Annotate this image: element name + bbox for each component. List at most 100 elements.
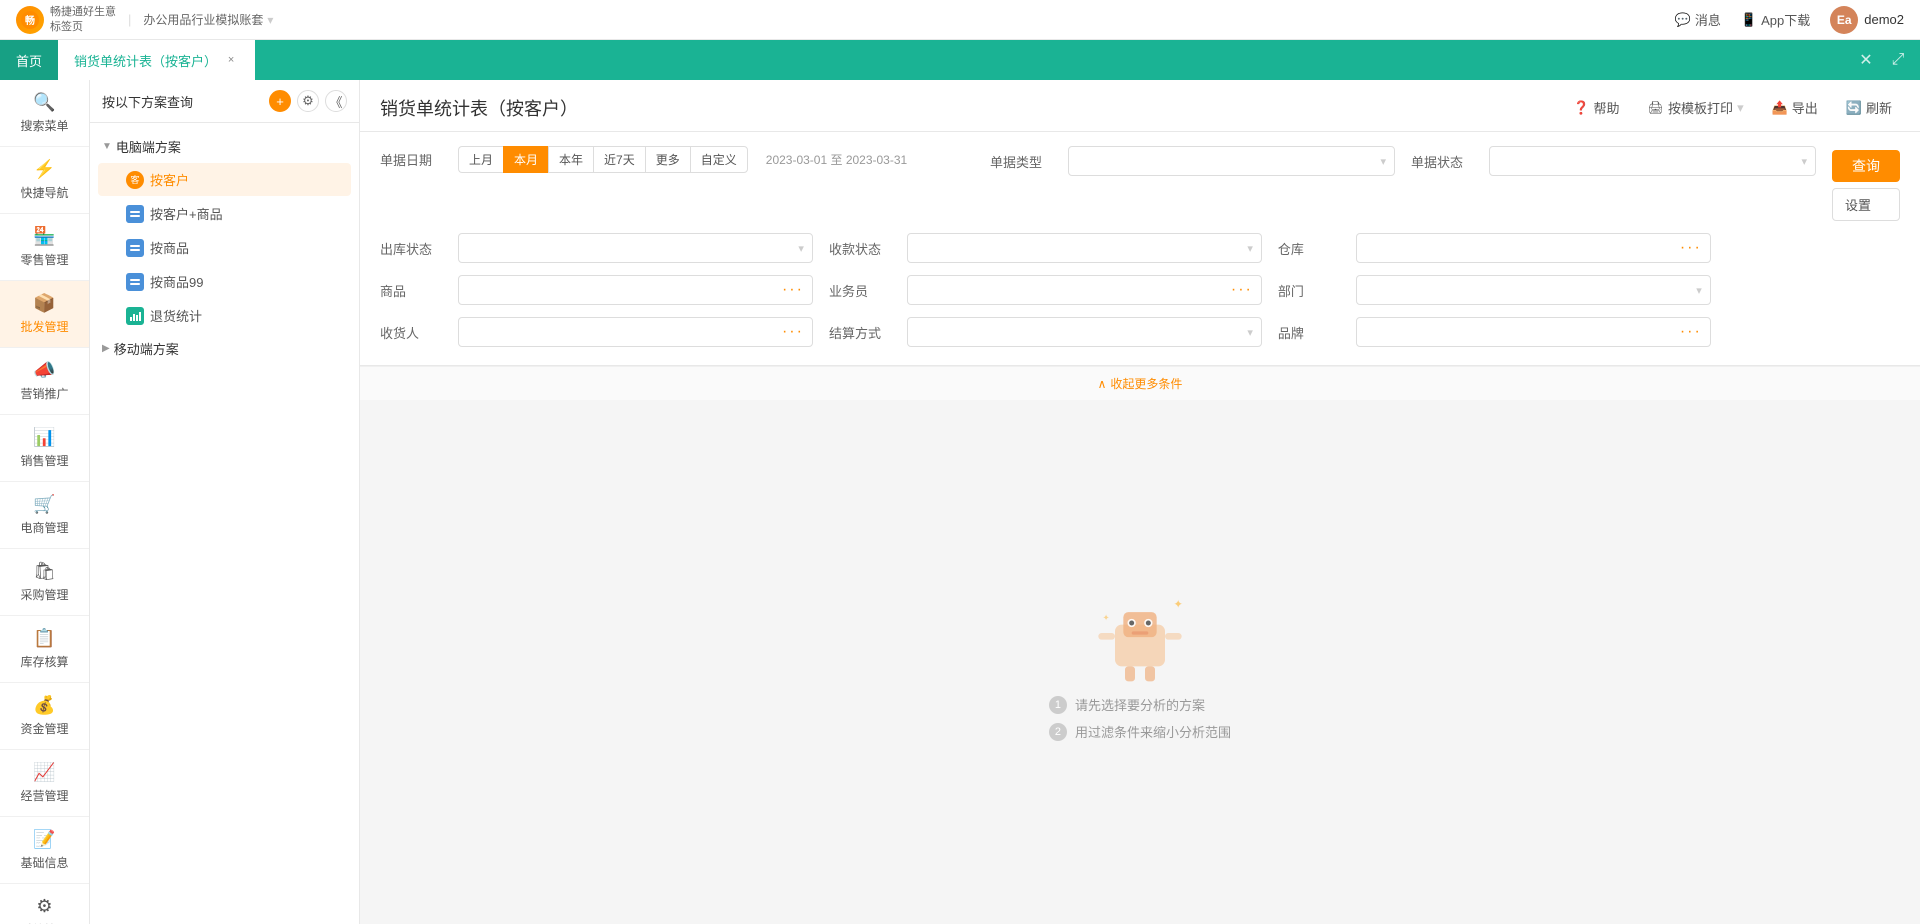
tab-restore-btn[interactable]: ⤢ bbox=[1886, 48, 1910, 72]
payment-status-dropdown-icon: ▾ bbox=[1247, 242, 1253, 255]
tree-group-mobile[interactable]: ▶ 移动端方案 bbox=[94, 333, 355, 364]
department-dropdown-icon: ▾ bbox=[1696, 284, 1702, 297]
sidebar-item-retail[interactable]: 🏪 零售管理 bbox=[0, 214, 89, 281]
collapse-bar[interactable]: ∧ 收起更多条件 bbox=[360, 366, 1920, 400]
filter-area: 单据日期 上月 本月 本年 近7天 bbox=[360, 132, 1920, 366]
tab-close-btn[interactable]: × bbox=[223, 52, 239, 68]
date-btn-more[interactable]: 更多 bbox=[645, 146, 690, 173]
tree-item-by-customer[interactable]: 客 按客户 bbox=[98, 163, 351, 196]
department-select[interactable]: ▾ bbox=[1356, 275, 1711, 305]
brand-select[interactable]: ··· bbox=[1356, 317, 1711, 347]
app-icon: 📱 bbox=[1741, 12, 1757, 28]
print-btn[interactable]: 🖨 按模板打印 ▾ bbox=[1640, 94, 1752, 121]
sidebar-item-ecommerce[interactable]: 🛒 电商管理 bbox=[0, 482, 89, 549]
tree-item-by-goods99[interactable]: 按商品99 bbox=[98, 265, 351, 298]
sidebar-item-basic[interactable]: 📝 基础信息 bbox=[0, 817, 89, 884]
left-panel: 按以下方案查询 + ⚙ 《 ▼ 电脑端方案 客 按客户 bbox=[90, 80, 360, 924]
query-btn[interactable]: 查询 bbox=[1832, 150, 1900, 182]
top-header: 畅 畅捷通好生意 标签页 | 办公用品行业模拟账套 ▾ 💬 消息 📱 App下载… bbox=[0, 0, 1920, 40]
salesperson-dots-icon: ··· bbox=[1231, 281, 1253, 299]
settlement-label: 结算方式 bbox=[829, 323, 899, 342]
refresh-btn[interactable]: 🔄 刷新 bbox=[1838, 94, 1900, 121]
help-icon: ❓ bbox=[1573, 100, 1589, 116]
empty-tips: 1 请先选择要分析的方案 2 用过滤条件来缩小分析范围 bbox=[1049, 695, 1231, 741]
empty-state: ✦ ✦ 1 请先选择要分析的方案 2 用过滤条件来缩小分析范围 bbox=[360, 400, 1920, 924]
left-panel-header: 按以下方案查询 + ⚙ 《 bbox=[90, 80, 359, 123]
by-customer-goods-icon bbox=[126, 205, 144, 223]
tree-item-by-customer-goods[interactable]: 按客户+商品 bbox=[98, 197, 351, 230]
sales-icon: 📊 bbox=[33, 427, 55, 448]
out-status-select[interactable]: ▾ bbox=[458, 233, 813, 263]
tree-item-return-stats[interactable]: 退货统计 bbox=[98, 299, 351, 332]
brand-label: 品牌 bbox=[1278, 323, 1348, 342]
empty-tip-2: 2 用过滤条件来缩小分析范围 bbox=[1049, 722, 1231, 741]
logo-area: 畅 畅捷通好生意 标签页 bbox=[16, 5, 116, 34]
salesperson-select[interactable]: ··· bbox=[907, 275, 1262, 305]
return-stats-icon bbox=[126, 307, 144, 325]
tab-close-window-btn[interactable]: ✕ bbox=[1854, 48, 1878, 72]
tab-bar: 首页 销货单统计表（按客户） × ✕ ⤢ bbox=[0, 40, 1920, 80]
add-scheme-btn[interactable]: + bbox=[269, 90, 291, 112]
main-layout: 🔍 搜索菜单 ⚡ 快捷导航 🏪 零售管理 📦 批发管理 📣 营销推广 📊 销售管… bbox=[0, 80, 1920, 924]
tip-num-1: 1 bbox=[1049, 696, 1067, 714]
tab-sales-stats[interactable]: 销货单统计表（按客户） × bbox=[58, 40, 255, 80]
chevron-right-icon: ▶ bbox=[102, 343, 110, 354]
doc-type-select[interactable]: ▾ bbox=[1068, 146, 1395, 176]
page-title: 销货单统计表（按客户） bbox=[380, 95, 578, 121]
doc-type-label: 单据类型 bbox=[990, 152, 1060, 171]
goods-select[interactable]: ··· bbox=[458, 275, 813, 305]
page-actions: ❓ 帮助 🖨 按模板打印 ▾ 📤 导出 🔄 刷新 bbox=[1565, 94, 1900, 121]
sidebar-item-purchase[interactable]: 🛍 采购管理 bbox=[0, 549, 89, 616]
breadcrumb: 办公用品行业模拟账套 ▾ bbox=[143, 11, 273, 28]
retail-icon: 🏪 bbox=[33, 226, 55, 247]
warehouse-select[interactable]: ··· bbox=[1356, 233, 1711, 263]
sidebar-item-operation[interactable]: 📈 经营管理 bbox=[0, 750, 89, 817]
sidebar-item-inventory[interactable]: 📋 库存核算 bbox=[0, 616, 89, 683]
finance-icon: 💰 bbox=[33, 695, 55, 716]
settlement-select[interactable]: ▾ bbox=[907, 317, 1262, 347]
sidebar-item-sales[interactable]: 📊 销售管理 bbox=[0, 415, 89, 482]
goods-dots-icon: ··· bbox=[782, 281, 804, 299]
logo-icon: 畅 bbox=[16, 6, 44, 34]
recipient-select[interactable]: ··· bbox=[458, 317, 813, 347]
payment-status-select[interactable]: ▾ bbox=[907, 233, 1262, 263]
sidebar-item-search[interactable]: 🔍 搜索菜单 bbox=[0, 80, 89, 147]
sidebar-item-quicknav[interactable]: ⚡ 快捷导航 bbox=[0, 147, 89, 214]
sidebar-item-system[interactable]: ⚙ 系统管理 bbox=[0, 884, 89, 924]
date-filter-label: 单据日期 bbox=[380, 150, 450, 169]
user-info[interactable]: Ea demo2 bbox=[1830, 6, 1904, 34]
recipient-dots-icon: ··· bbox=[782, 323, 804, 341]
brand-dots-icon: ··· bbox=[1680, 323, 1702, 341]
tree-group-pc[interactable]: ▼ 电脑端方案 bbox=[94, 131, 355, 162]
tab-home[interactable]: 首页 bbox=[0, 40, 58, 80]
doc-status-select[interactable]: ▾ bbox=[1489, 146, 1816, 176]
ecommerce-icon: 🛒 bbox=[33, 494, 55, 515]
refresh-icon: 🔄 bbox=[1846, 100, 1862, 116]
sidebar-item-marketing[interactable]: 📣 营销推广 bbox=[0, 348, 89, 415]
settings-scheme-btn[interactable]: ⚙ bbox=[297, 90, 319, 112]
right-panel: 销货单统计表（按客户） ❓ 帮助 🖨 按模板打印 ▾ 📤 导出 bbox=[360, 80, 1920, 924]
settings-btn[interactable]: 设置 bbox=[1832, 188, 1900, 221]
export-btn[interactable]: 📤 导出 bbox=[1764, 94, 1826, 121]
warehouse-dots-icon: ··· bbox=[1680, 239, 1702, 257]
by-customer-icon: 客 bbox=[126, 171, 144, 189]
doc-status-label: 单据状态 bbox=[1411, 152, 1481, 171]
date-btn-this-month[interactable]: 本月 bbox=[503, 146, 548, 173]
panel-action-btns: + ⚙ 《 bbox=[269, 90, 347, 112]
app-download-btn[interactable]: 📱 App下载 bbox=[1741, 10, 1810, 29]
help-btn[interactable]: ❓ 帮助 bbox=[1565, 94, 1627, 121]
date-btn-custom[interactable]: 自定义 bbox=[690, 146, 748, 173]
sidebar: 🔍 搜索菜单 ⚡ 快捷导航 🏪 零售管理 📦 批发管理 📣 营销推广 📊 销售管… bbox=[0, 80, 90, 924]
tree-item-by-goods[interactable]: 按商品 bbox=[98, 231, 351, 264]
date-btn-last-month[interactable]: 上月 bbox=[458, 146, 503, 173]
date-btn-this-year[interactable]: 本年 bbox=[548, 146, 593, 173]
doc-status-dropdown-icon: ▾ bbox=[1801, 155, 1807, 168]
query-btn-area: 查询 设置 bbox=[1832, 146, 1900, 221]
date-btn-7days[interactable]: 近7天 bbox=[593, 146, 645, 173]
collapse-panel-btn[interactable]: 《 bbox=[325, 90, 347, 112]
message-btn[interactable]: 💬 消息 bbox=[1675, 10, 1721, 29]
system-icon: ⚙ bbox=[36, 896, 52, 917]
operation-icon: 📈 bbox=[33, 762, 55, 783]
sidebar-item-wholesale[interactable]: 📦 批发管理 bbox=[0, 281, 89, 348]
sidebar-item-finance[interactable]: 💰 资金管理 bbox=[0, 683, 89, 750]
